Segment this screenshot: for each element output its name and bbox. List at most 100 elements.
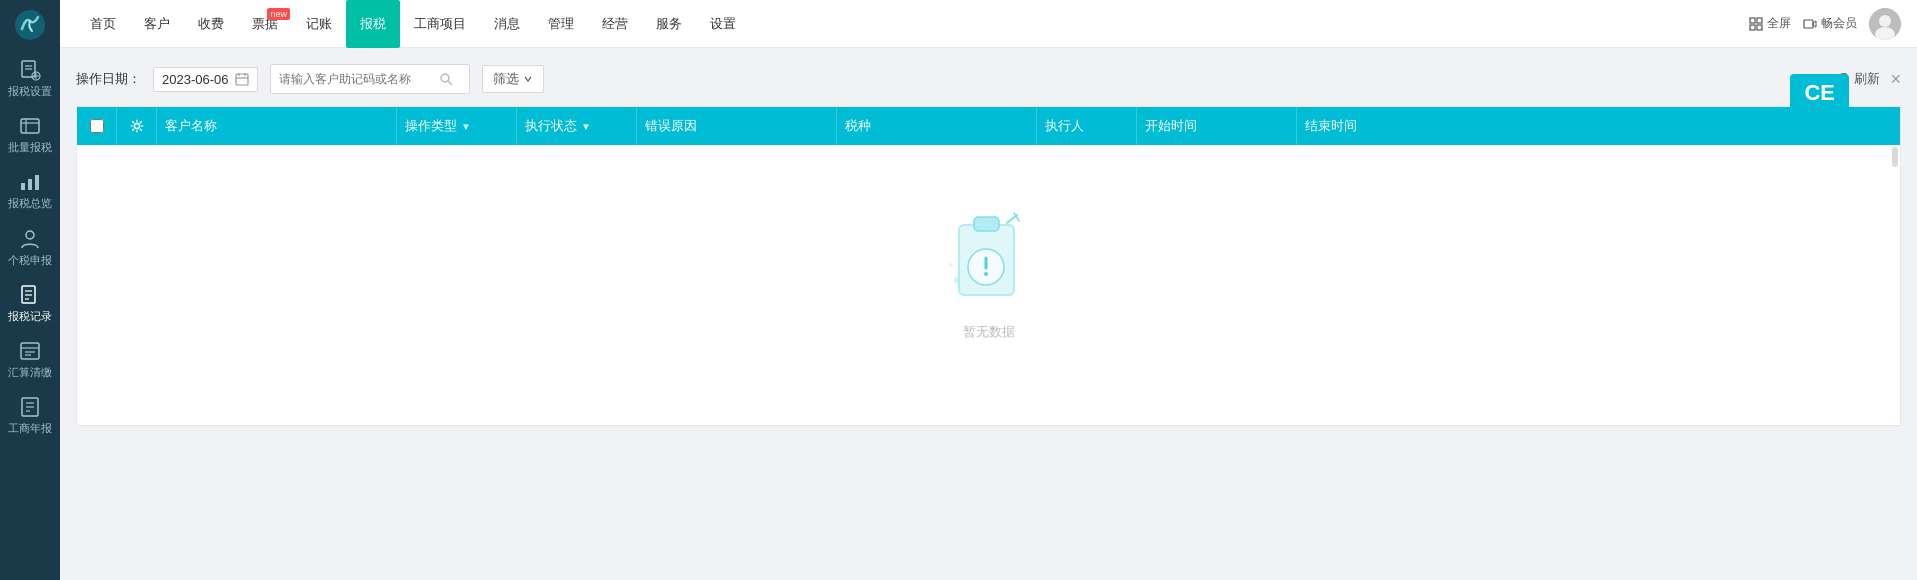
sidebar-item-label: 汇算清缴 — [8, 366, 52, 379]
topnav-right: 全屏 畅会员 — [1749, 8, 1901, 40]
sidebar-item-baoshuishezhi[interactable]: 报税设置 — [0, 50, 60, 106]
page-content: 操作日期： 2023-06-06 — [60, 48, 1917, 580]
sidebar-item-label: 工商年报 — [8, 422, 52, 435]
sidebar-item-label: 报税记录 — [8, 310, 52, 323]
svg-rect-18 — [21, 343, 39, 359]
sidebar-item-label: 个税申报 — [8, 254, 52, 267]
nav-item-gongshangxiangmu[interactable]: 工商项目 — [400, 0, 480, 48]
search-icon — [439, 72, 453, 86]
calendar-icon — [235, 72, 249, 86]
sidebar-item-huisuanqingsuan[interactable]: 汇算清缴 — [0, 331, 60, 387]
nav-item-baoshui[interactable]: 报税 — [346, 0, 400, 48]
nav-item-jingying[interactable]: 经营 — [588, 0, 642, 48]
filter-label: 筛选 — [493, 70, 519, 88]
nav-item-shouye[interactable]: 首页 — [76, 0, 130, 48]
th-checkbox[interactable] — [77, 107, 117, 145]
nav-item-guanli[interactable]: 管理 — [534, 0, 588, 48]
nav-item-shoufei[interactable]: 收费 — [184, 0, 238, 48]
sidebar-item-label: 报税设置 — [8, 85, 52, 98]
file-settings-icon — [18, 58, 42, 82]
fullscreen-icon — [1749, 17, 1763, 31]
settlement-icon — [18, 339, 42, 363]
svg-rect-29 — [1757, 25, 1762, 30]
sidebar-item-label: 报税总览 — [8, 197, 52, 210]
th-kehu: 客户名称 — [157, 107, 397, 145]
sidebar-item-label: 批量报税 — [8, 141, 52, 154]
th-kaishishijian: 开始时间 — [1137, 107, 1297, 145]
data-table: 客户名称 操作类型 ▼ 执行状态 ▼ 错误原因 税种 — [76, 106, 1901, 426]
th-zhixingzhuangtai[interactable]: 执行状态 ▼ — [517, 107, 637, 145]
scrollbar[interactable] — [1892, 147, 1898, 167]
logo — [0, 0, 60, 50]
table-header: 客户名称 操作类型 ▼ 执行状态 ▼ 错误原因 税种 — [77, 107, 1900, 145]
svg-rect-7 — [21, 119, 39, 133]
svg-rect-26 — [1750, 18, 1755, 23]
chevron-down-icon — [523, 74, 533, 84]
content-area: 操作日期： 2023-06-06 — [60, 48, 1917, 580]
annual-report-icon — [18, 395, 42, 419]
date-label: 操作日期： — [76, 70, 141, 88]
sidebar-item-geshuishenbao[interactable]: 个税申报 — [0, 219, 60, 275]
nav-item-fuwu[interactable]: 服务 — [642, 0, 696, 48]
nav-item-piaoju[interactable]: 票据 new — [238, 0, 292, 48]
sidebar-item-gongshangnianbaio[interactable]: 工商年报 — [0, 387, 60, 443]
svg-point-48 — [954, 277, 960, 283]
avatar[interactable] — [1869, 8, 1901, 40]
date-picker[interactable]: 2023-06-06 — [153, 67, 258, 92]
top-navigation: 首页 客户 收费 票据 new 记账 报税 工商项目 消息 — [60, 0, 1917, 48]
nav-item-shezhi[interactable]: 设置 — [696, 0, 750, 48]
sidebar-item-baoshuizonglan[interactable]: 报税总览 — [0, 162, 60, 218]
svg-rect-27 — [1757, 18, 1762, 23]
sort-icon: ▼ — [461, 121, 471, 132]
record-tax-icon — [18, 283, 42, 307]
ce-badge: CE — [1790, 74, 1849, 112]
th-setting[interactable] — [117, 107, 157, 145]
sidebar: 报税设置 批量报税 报税总览 个税申报 — [0, 0, 60, 580]
svg-rect-30 — [1804, 20, 1813, 28]
nav-item-kehu[interactable]: 客户 — [130, 0, 184, 48]
main-area: 首页 客户 收费 票据 new 记账 报税 工商项目 消息 — [60, 0, 1917, 580]
svg-rect-10 — [21, 183, 25, 190]
refresh-label: 刷新 — [1854, 70, 1880, 88]
fullscreen-button[interactable]: 全屏 — [1749, 15, 1791, 32]
svg-point-32 — [1879, 15, 1891, 27]
svg-rect-42 — [974, 217, 999, 231]
svg-point-40 — [134, 124, 139, 129]
toolbar: 操作日期： 2023-06-06 — [76, 64, 1901, 94]
svg-rect-12 — [35, 175, 39, 190]
svg-rect-28 — [1750, 25, 1755, 30]
select-all-checkbox[interactable] — [90, 119, 104, 133]
video-icon — [1803, 17, 1817, 31]
th-zhixingren: 执行人 — [1037, 107, 1137, 145]
th-caozuoleixing[interactable]: 操作类型 ▼ — [397, 107, 517, 145]
empty-illustration — [939, 205, 1039, 315]
close-button[interactable]: × — [1890, 69, 1901, 90]
svg-point-49 — [949, 263, 953, 267]
th-shuizhong: 税种 — [837, 107, 1037, 145]
svg-line-39 — [448, 81, 452, 85]
svg-point-13 — [26, 231, 34, 239]
search-wrap — [270, 64, 470, 94]
svg-point-38 — [441, 74, 449, 82]
search-input[interactable] — [279, 65, 439, 93]
sidebar-item-baoshuijilu[interactable]: 报税记录 — [0, 275, 60, 331]
empty-state: 暂无数据 — [77, 145, 1900, 421]
th-jieshushijian: 结束时间 — [1297, 107, 1457, 145]
personal-tax-icon — [18, 227, 42, 251]
overview-tax-icon — [18, 170, 42, 194]
new-badge: new — [267, 8, 290, 21]
nav-items: 首页 客户 收费 票据 new 记账 报税 工商项目 消息 — [76, 0, 1749, 48]
member-button[interactable]: 畅会员 — [1803, 15, 1857, 32]
settings-icon — [129, 118, 145, 134]
svg-point-45 — [984, 272, 988, 276]
th-cuowuyuanyin: 错误原因 — [637, 107, 837, 145]
filter-button[interactable]: 筛选 — [482, 65, 544, 93]
svg-rect-34 — [236, 74, 248, 85]
table-body: 暂无数据 — [77, 145, 1900, 425]
nav-item-jizhang[interactable]: 记账 — [292, 0, 346, 48]
date-value: 2023-06-06 — [162, 72, 229, 87]
sidebar-item-piliangbaoshui[interactable]: 批量报税 — [0, 106, 60, 162]
svg-rect-11 — [28, 179, 32, 190]
sort-icon: ▼ — [581, 121, 591, 132]
nav-item-xiaoxi[interactable]: 消息 — [480, 0, 534, 48]
